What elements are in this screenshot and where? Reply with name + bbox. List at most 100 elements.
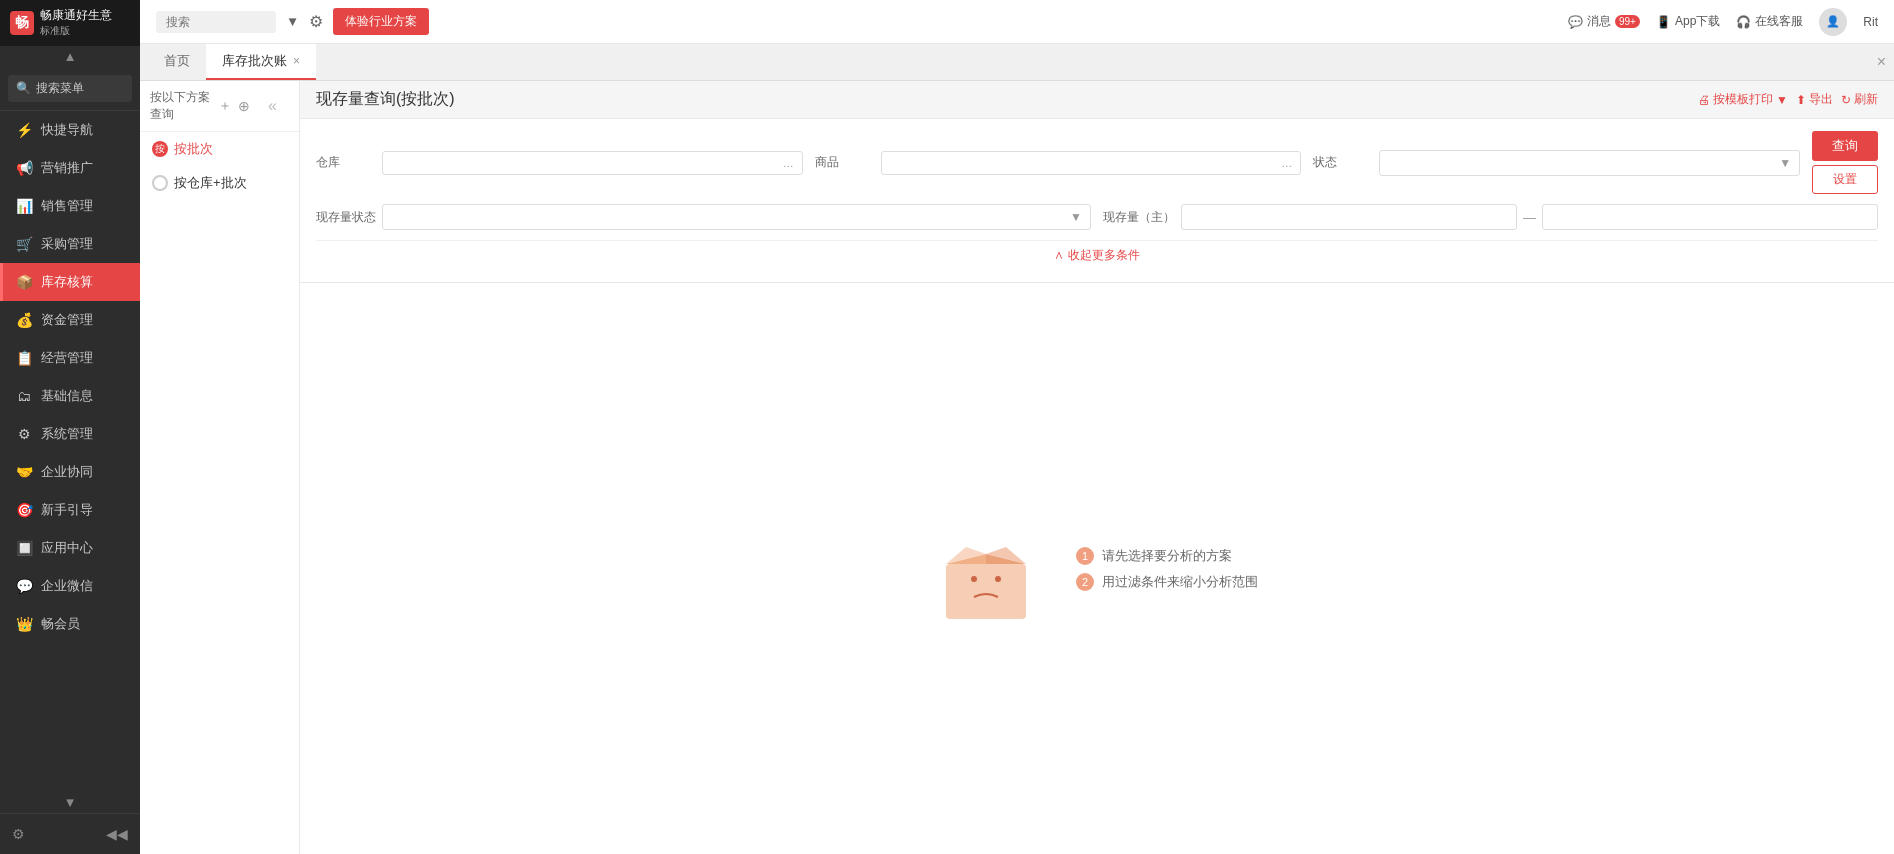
scheme-item-by-warehouse-batch[interactable]: 按仓库+批次 (140, 166, 299, 200)
sidebar-collapse-button[interactable]: ◀◀ (102, 822, 132, 846)
stock-status-select[interactable]: ▼ (382, 204, 1091, 230)
status-select[interactable]: ▼ (1379, 150, 1800, 176)
operation-icon: 📋 (15, 350, 33, 366)
scheme-add-button[interactable]: ＋ (218, 97, 232, 115)
phone-icon: 📱 (1656, 15, 1671, 29)
username: Rit (1863, 15, 1878, 29)
stock-status-filter: 现存量状态 ▼ (316, 204, 1091, 230)
message-button[interactable]: 💬 消息 99+ (1568, 13, 1640, 30)
empty-illustration (936, 519, 1036, 619)
product-more-icon[interactable]: … (1281, 157, 1292, 169)
warehouse-filter: 仓库 … (316, 151, 803, 175)
page-header: 现存量查询(按批次) 🖨 按模板打印 ▼ ⬆ 导出 ↻ 刷新 (300, 81, 1894, 119)
scheme-item-by-batch[interactable]: 按 按批次 (140, 132, 299, 166)
sidebar-item-inventory[interactable]: 📦 库存核算 (0, 263, 140, 301)
enterprise-icon: 🤝 (15, 464, 33, 480)
stock-amount-range: — (1181, 204, 1878, 230)
tip-num-1: 1 (1076, 547, 1094, 565)
page-content: 按以下方案查询 ＋ ⊕ « 按 按批次 按仓 (140, 81, 1894, 854)
stock-status-label: 现存量状态 (316, 209, 376, 226)
filter-settings-button[interactable]: 设置 (1812, 165, 1878, 194)
sidebar-search-section: 🔍 搜索菜单 (0, 67, 140, 111)
export-icon: ⬆ (1796, 93, 1806, 107)
sidebar-item-marketing[interactable]: 📢 营销推广 (0, 149, 140, 187)
filter-area: 仓库 … 商品 … 状态 (300, 119, 1894, 283)
sidebar-item-member[interactable]: 👑 畅会员 (0, 605, 140, 643)
stock-amount-separator: — (1523, 210, 1536, 225)
collapse-icon: ∧ (1054, 248, 1064, 262)
sidebar-item-purchase[interactable]: 🛒 采购管理 (0, 225, 140, 263)
basic-icon: 🗂 (15, 388, 33, 404)
stock-amount-min[interactable] (1181, 204, 1517, 230)
scheme-collapse-button[interactable]: « (256, 97, 289, 115)
export-button[interactable]: ⬆ 导出 (1796, 91, 1833, 108)
status-label: 状态 (1313, 154, 1373, 171)
scheme-list: 按 按批次 按仓库+批次 (140, 132, 299, 854)
empty-tip-2: 2 用过滤条件来缩小分析范围 (1076, 573, 1258, 591)
sales-icon: 📊 (15, 198, 33, 214)
warehouse-input[interactable]: … (382, 151, 803, 175)
sidebar-item-system[interactable]: ⚙ 系统管理 (0, 415, 140, 453)
sidebar-search-button[interactable]: 🔍 搜索菜单 (8, 75, 132, 102)
service-button[interactable]: 🎧 在线客服 (1736, 13, 1803, 30)
stock-amount-max[interactable] (1542, 204, 1878, 230)
tab-close-button[interactable]: × (293, 54, 300, 68)
user-avatar[interactable]: 👤 (1819, 8, 1847, 36)
page-header-actions: 🖨 按模板打印 ▼ ⬆ 导出 ↻ 刷新 (1698, 91, 1878, 108)
close-panel-button[interactable]: × (1877, 53, 1886, 71)
finance-icon: 💰 (15, 312, 33, 328)
collapse-more-btn[interactable]: ∧ 收起更多条件 (316, 240, 1878, 270)
sidebar-item-operation[interactable]: 📋 经营管理 (0, 339, 140, 377)
tip-num-2: 2 (1076, 573, 1094, 591)
search-icon: 🔍 (16, 81, 31, 95)
tab-home[interactable]: 首页 (148, 44, 206, 80)
scheme-active-icon: 按 (152, 141, 168, 157)
topbar-left: ▼ ⚙ 体验行业方案 (156, 8, 429, 35)
svg-rect-0 (946, 564, 1026, 619)
stock-amount-label: 现存量（主） (1103, 209, 1175, 226)
print-button[interactable]: 🖨 按模板打印 ▼ (1698, 91, 1788, 108)
scheme-settings-button[interactable]: ⊕ (238, 98, 250, 114)
print-dropdown-icon: ▼ (1776, 93, 1788, 107)
topbar: ▼ ⚙ 体验行业方案 💬 消息 99+ 📱 App下载 🎧 在线客服 👤 Rit (140, 0, 1894, 44)
sidebar-item-finance[interactable]: 💰 资金管理 (0, 301, 140, 339)
main-area: ▼ ⚙ 体验行业方案 💬 消息 99+ 📱 App下载 🎧 在线客服 👤 Rit (140, 0, 1894, 854)
topbar-search-input[interactable] (156, 11, 276, 33)
warehouse-label: 仓库 (316, 154, 376, 171)
app-download-button[interactable]: 📱 App下载 (1656, 13, 1720, 30)
app-logo: 畅 (10, 11, 34, 35)
target-icon: ⊕ (238, 98, 250, 114)
product-input[interactable]: … (881, 151, 1302, 175)
content-area: 现存量查询(按批次) 🖨 按模板打印 ▼ ⬆ 导出 ↻ 刷新 (300, 81, 1894, 854)
refresh-button[interactable]: ↻ 刷新 (1841, 91, 1878, 108)
sidebar-item-wechat[interactable]: 💬 企业微信 (0, 567, 140, 605)
sidebar-item-quick-nav[interactable]: ⚡ 快捷导航 (0, 111, 140, 149)
trial-button[interactable]: 体验行业方案 (333, 8, 429, 35)
product-label: 商品 (815, 154, 875, 171)
sidebar-settings-button[interactable]: ⚙ (8, 822, 29, 846)
wechat-icon: 💬 (15, 578, 33, 594)
topbar-dropdown-button[interactable]: ▼ (286, 14, 299, 29)
sidebar-item-guide[interactable]: 🎯 新手引导 (0, 491, 140, 529)
filter-row-1: 仓库 … 商品 … 状态 (316, 131, 1878, 194)
sidebar-scroll-down[interactable]: ▼ (0, 792, 140, 813)
sidebar-item-sales[interactable]: 📊 销售管理 (0, 187, 140, 225)
query-button[interactable]: 查询 (1812, 131, 1878, 161)
sidebar-item-apps[interactable]: 🔲 应用中心 (0, 529, 140, 567)
empty-state: 1 请先选择要分析的方案 2 用过滤条件来缩小分析范围 (300, 283, 1894, 854)
status-dropdown-icon: ▼ (1779, 156, 1791, 170)
sidebar-item-enterprise[interactable]: 🤝 企业协同 (0, 453, 140, 491)
stock-status-dropdown-icon: ▼ (1070, 210, 1082, 224)
warehouse-more-icon[interactable]: … (783, 157, 794, 169)
sidebar-header: 畅 畅康通好生意 标准版 (0, 0, 140, 46)
topbar-gear-button[interactable]: ⚙ (309, 12, 323, 31)
plus-icon: ＋ (218, 97, 232, 113)
headset-icon: 🎧 (1736, 15, 1751, 29)
page-title: 现存量查询(按批次) (316, 89, 455, 110)
sidebar-footer: ⚙ ◀◀ (0, 813, 140, 854)
tab-inventory-batch[interactable]: 库存批次账 × (206, 44, 316, 80)
svg-point-5 (971, 576, 977, 582)
product-filter: 商品 … (815, 151, 1302, 175)
sidebar-scroll-up[interactable]: ▲ (0, 46, 140, 67)
sidebar-item-basic[interactable]: 🗂 基础信息 (0, 377, 140, 415)
